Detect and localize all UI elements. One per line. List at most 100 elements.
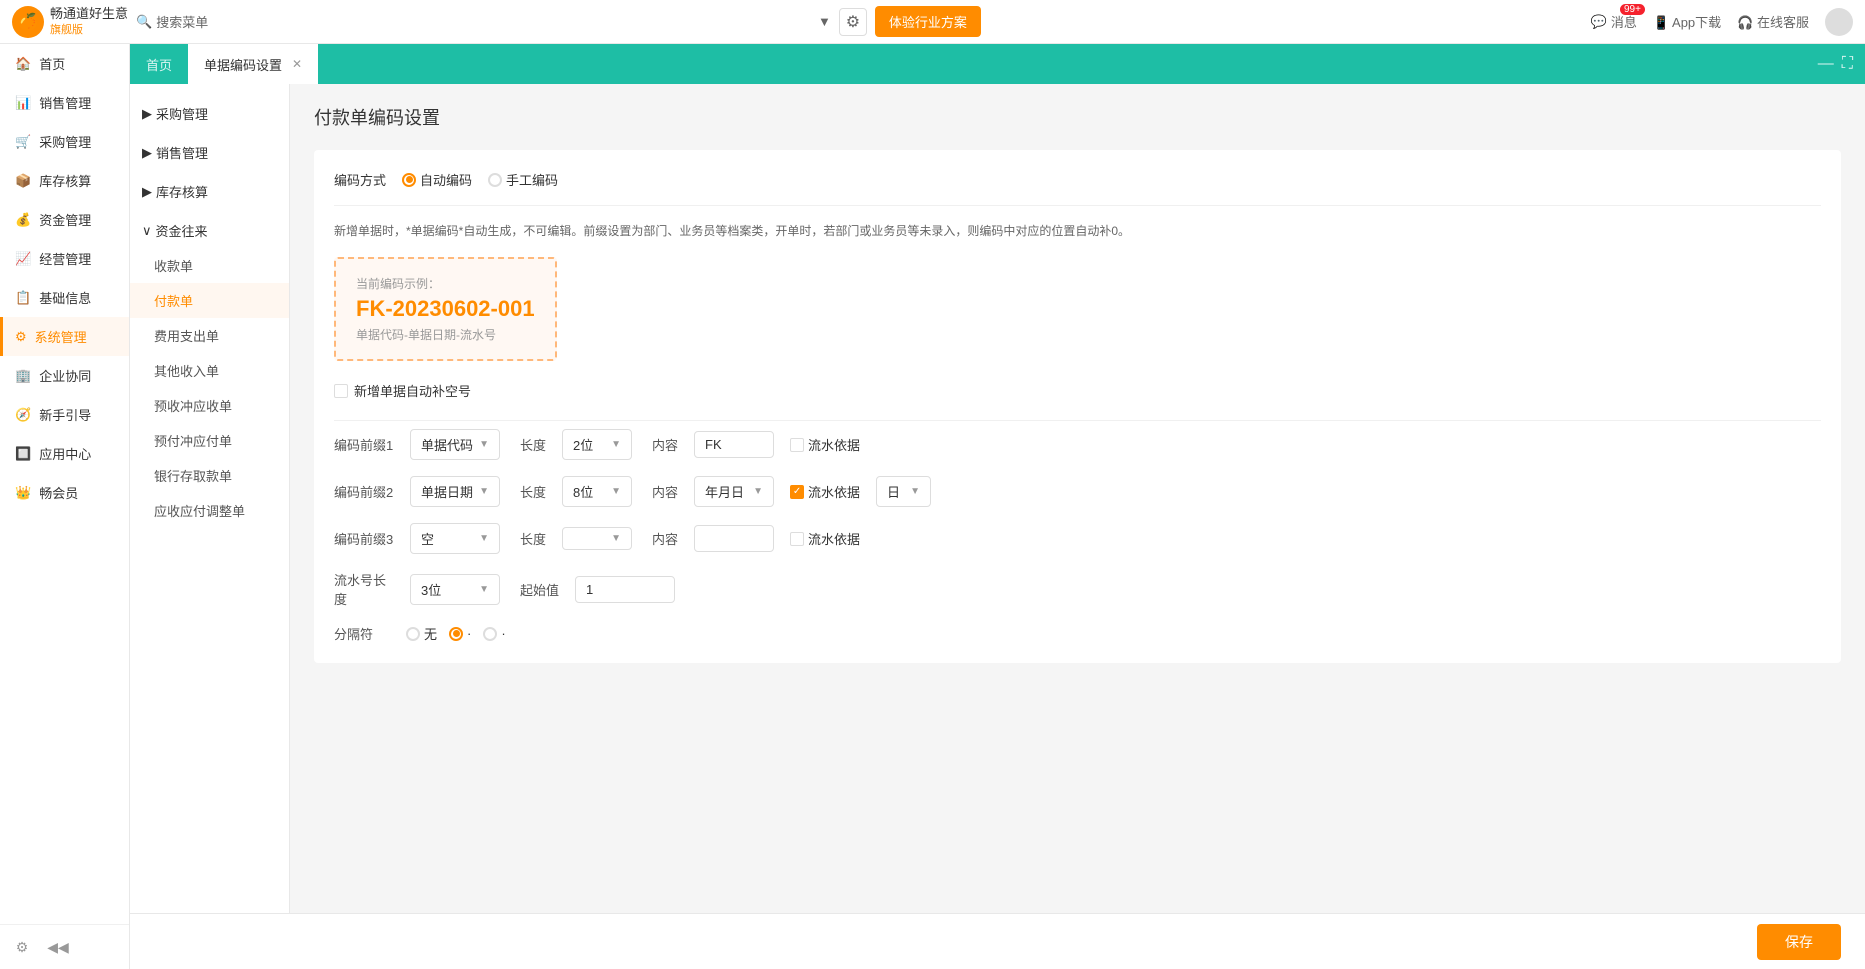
content3-input[interactable] <box>694 525 774 552</box>
content1-input[interactable] <box>694 431 774 458</box>
sidebar-item-system[interactable]: ⚙ 系统管理 <box>0 317 129 356</box>
submenu-item-bank-deposit[interactable]: 银行存取款单 <box>130 458 289 493</box>
serial-length-select[interactable]: 3位 ▼ <box>410 574 500 605</box>
stream2-group: ✓ 流水依据 <box>790 482 860 501</box>
sep-none-radio-btn[interactable] <box>406 627 420 641</box>
sep-none-radio[interactable]: 无 <box>406 624 437 643</box>
preview-label: 当前编码示例： <box>356 275 535 292</box>
submenu-item-other-income[interactable]: 其他收入单 <box>130 353 289 388</box>
topbar-center: ▼ ⚙ 体验行业方案 <box>818 6 981 37</box>
content2-select[interactable]: 年月日 ▼ <box>694 476 774 507</box>
sidebar-item-inventory[interactable]: 📦 库存核算 <box>0 161 129 200</box>
purchase-icon: 🛒 <box>15 134 31 150</box>
length1-arrow: ▼ <box>611 439 621 450</box>
dropdown-btn[interactable]: ▼ <box>818 14 831 29</box>
search-menu-btn[interactable]: 🔍 搜索菜单 <box>136 12 208 31</box>
divider1 <box>334 420 1821 421</box>
stream2-checkbox[interactable]: ✓ <box>790 485 804 499</box>
content-wrapper: ▶ 采购管理 ▶ 销售管理 ▶ 库存核算 <box>130 84 1865 913</box>
prefix3-select[interactable]: 空 ▼ <box>410 523 500 554</box>
submenu-item-prepay-payable[interactable]: 预付冲应付单 <box>130 423 289 458</box>
auto-fill-checkbox[interactable] <box>334 384 348 398</box>
auto-radio[interactable]: 自动编码 <box>402 170 472 189</box>
separator-label: 分隔符 <box>334 624 394 643</box>
auto-radio-btn[interactable] <box>402 173 416 187</box>
sidebar-settings-btn[interactable]: ⚙ <box>8 933 36 961</box>
stream2-label: 流水依据 <box>808 482 860 501</box>
submenu-title-inventory[interactable]: ▶ 库存核算 <box>130 174 289 209</box>
stream2-unit-select[interactable]: 日 ▼ <box>876 476 931 507</box>
submenu-item-payable-adjust[interactable]: 应收应付调整单 <box>130 493 289 528</box>
manual-radio[interactable]: 手工编码 <box>488 170 558 189</box>
stream1-checkbox[interactable] <box>790 438 804 452</box>
submenu-group-sales: ▶ 销售管理 <box>130 135 289 170</box>
app-icon: 📱 <box>1653 15 1669 30</box>
start-value-input[interactable] <box>575 576 675 603</box>
preview-sub: 单据代码-单据日期-流水号 <box>356 326 535 343</box>
submenu-item-receipt[interactable]: 收款单 <box>130 248 289 283</box>
sidebar-item-finance[interactable]: 💰 资金管理 <box>0 200 129 239</box>
sidebar-item-purchase[interactable]: 🛒 采购管理 <box>0 122 129 161</box>
preview-code: FK-20230602-001 <box>356 296 535 322</box>
encoding-radio-group: 自动编码 手工编码 <box>402 170 558 189</box>
trial-btn[interactable]: 体验行业方案 <box>875 6 981 37</box>
manual-radio-btn[interactable] <box>488 173 502 187</box>
submenu-arrow-finance: ∨ <box>142 223 152 239</box>
submenu-item-payment[interactable]: 付款单 <box>130 283 289 318</box>
serial-row: 流水号长度 3位 ▼ 起始值 <box>334 570 1821 608</box>
prefix1-label: 编码前缀1 <box>334 435 394 454</box>
auto-fill-label: 新增单据自动补空号 <box>354 381 471 400</box>
sep-dash-radio[interactable]: · <box>449 626 471 641</box>
sep-other-radio[interactable]: · <box>483 626 505 641</box>
submenu-arrow-sales: ▶ <box>142 145 152 161</box>
sidebar-item-member[interactable]: 👑 畅会员 <box>0 473 129 512</box>
submenu-title-purchase[interactable]: ▶ 采购管理 <box>130 96 289 131</box>
length1-label: 长度 <box>520 435 546 454</box>
submenu-title-finance[interactable]: ∨ 资金往来 <box>130 213 289 248</box>
tab-encoding[interactable]: 单据编码设置 ✕ <box>188 44 318 84</box>
length2-select[interactable]: 8位 ▼ <box>562 476 632 507</box>
sidebar-item-basic[interactable]: 📋 基础信息 <box>0 278 129 317</box>
submenu-title-sales[interactable]: ▶ 销售管理 <box>130 135 289 170</box>
sep-other-radio-btn[interactable] <box>483 627 497 641</box>
online-service-btn[interactable]: 🎧 在线客服 <box>1737 12 1809 31</box>
settings-gear-btn[interactable]: ⚙ <box>839 8 867 36</box>
user-avatar[interactable] <box>1825 8 1853 36</box>
submenu-item-expense[interactable]: 费用支出单 <box>130 318 289 353</box>
app-download-btn[interactable]: 📱 App下载 <box>1653 12 1721 31</box>
content2-arrow: ▼ <box>753 486 763 497</box>
prefix1-select[interactable]: 单据代码 ▼ <box>410 429 500 460</box>
app-center-icon: 🔲 <box>15 446 31 462</box>
content3-label: 内容 <box>652 529 678 548</box>
length2-label: 长度 <box>520 482 546 501</box>
sidebar-item-app-center[interactable]: 🔲 应用中心 <box>0 434 129 473</box>
operation-icon: 📈 <box>15 251 31 267</box>
submenu-item-prepay-receivable[interactable]: 预收冲应收单 <box>130 388 289 423</box>
sidebar-item-sales[interactable]: 📊 销售管理 <box>0 83 129 122</box>
sales-icon: 📊 <box>15 95 31 111</box>
encoding-method-row: 编码方式 自动编码 手工编码 <box>334 170 1821 206</box>
tabbar-maximize-btn[interactable]: ⛶ <box>1842 55 1853 73</box>
stream3-checkbox[interactable] <box>790 532 804 546</box>
sidebar-item-guide[interactable]: 🧭 新手引导 <box>0 395 129 434</box>
member-icon: 👑 <box>15 485 31 501</box>
prefix2-select[interactable]: 单据日期 ▼ <box>410 476 500 507</box>
sidebar-collapse-btn[interactable]: ◀◀ <box>44 933 72 961</box>
inventory-icon: 📦 <box>15 173 31 189</box>
start-value-label: 起始值 <box>520 580 559 599</box>
tabbar-minimize-btn[interactable]: — <box>1818 55 1834 73</box>
save-button[interactable]: 保存 <box>1757 924 1841 960</box>
length3-select[interactable]: ▼ <box>562 527 632 550</box>
preview-box: 当前编码示例： FK-20230602-001 单据代码-单据日期-流水号 <box>334 257 557 361</box>
tab-close-icon[interactable]: ✕ <box>292 57 302 71</box>
sep-dash-radio-btn[interactable] <box>449 627 463 641</box>
sidebar-item-enterprise[interactable]: 🏢 企业协同 <box>0 356 129 395</box>
message-btn[interactable]: 💬 消息 99+ <box>1591 12 1637 31</box>
length1-select[interactable]: 2位 ▼ <box>562 429 632 460</box>
serial-length-label: 流水号长度 <box>334 570 394 608</box>
tab-home[interactable]: 首页 <box>130 44 188 84</box>
sidebar-item-home[interactable]: 🏠 首页 <box>0 44 129 83</box>
logo-subtitle: 旗舰版 <box>50 21 128 37</box>
sidebar-item-operation[interactable]: 📈 经营管理 <box>0 239 129 278</box>
stream3-group: 流水依据 <box>790 529 860 548</box>
